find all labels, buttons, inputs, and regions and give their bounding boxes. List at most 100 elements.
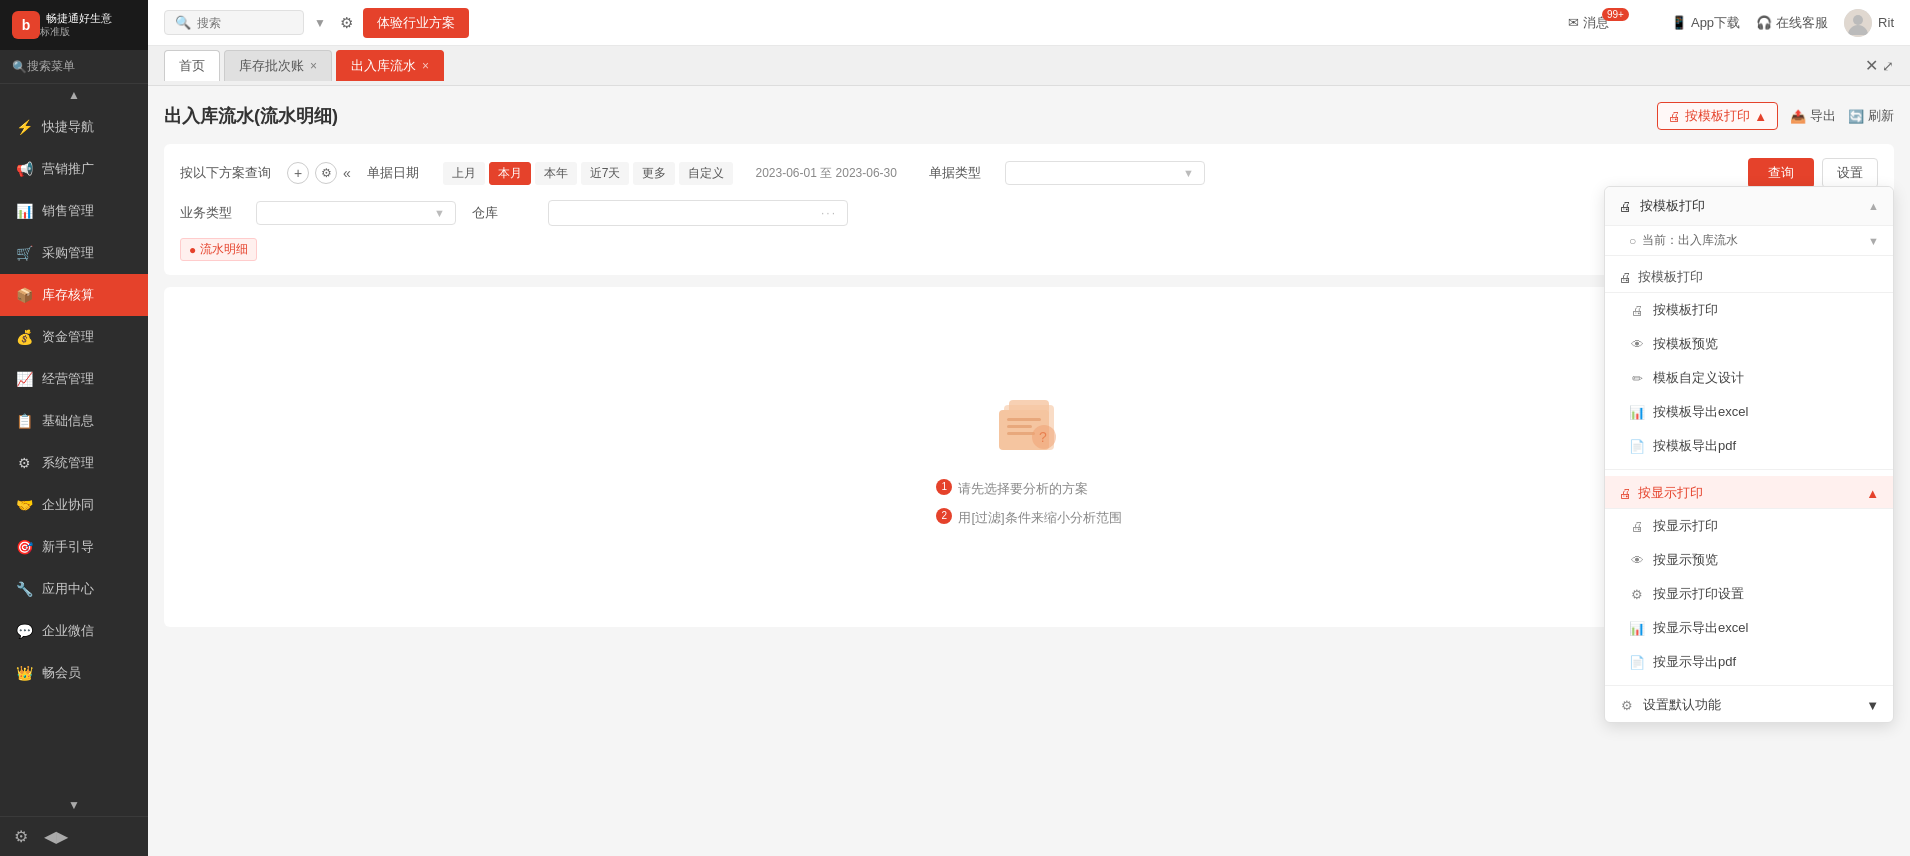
sales-icon: 📊 <box>14 201 34 221</box>
finance-icon: 💰 <box>14 327 34 347</box>
topbar: 🔍 ▼ ⚙ 体验行业方案 ✉ 消息 99+ 📱 App下载 🎧 在线客服 <box>148 0 1910 46</box>
filter-setting-button[interactable]: ⚙ <box>315 162 337 184</box>
settings-button[interactable]: 设置 <box>1822 158 1878 188</box>
biz-type-chevron-icon: ▼ <box>434 207 445 219</box>
topbar-search-box[interactable]: 🔍 <box>164 10 304 35</box>
dropdown-current-item[interactable]: ○ 当前：出入库流水 ▼ <box>1605 226 1893 256</box>
sidebar-logo: b 畅捷通好生意 标准版 <box>0 0 148 50</box>
topbar-app-download[interactable]: 📱 App下载 <box>1671 14 1740 32</box>
date-this-year[interactable]: 本年 <box>535 162 577 185</box>
main-area: 🔍 ▼ ⚙ 体验行业方案 ✉ 消息 99+ 📱 App下载 🎧 在线客服 <box>148 0 1910 856</box>
sidebar-item-purchase[interactable]: 🛒 采购管理 <box>0 232 148 274</box>
topbar-search-input[interactable] <box>197 16 297 30</box>
sidebar-item-quick-nav[interactable]: ⚡ 快捷导航 <box>0 106 148 148</box>
dropdown-template-print[interactable]: 🖨 按模板打印 <box>1605 293 1893 327</box>
dropdown-section-template-header[interactable]: 🖨 按模板打印 <box>1605 260 1893 293</box>
empty-tip-1: 1 请先选择要分析的方案 <box>936 477 1121 500</box>
topbar-online-service[interactable]: 🎧 在线客服 <box>1756 14 1828 32</box>
window-expand-button[interactable]: ⤢ <box>1882 58 1894 74</box>
dropdown-template-preview[interactable]: 👁 按模板预览 <box>1605 327 1893 361</box>
dropdown-chevron-icon[interactable]: ▲ <box>1868 200 1879 212</box>
topbar-message[interactable]: ✉ 消息 99+ <box>1568 14 1609 32</box>
sidebar-scroll-up[interactable]: ▲ <box>0 84 148 106</box>
dropdown-display-preview[interactable]: 👁 按显示预览 <box>1605 543 1893 577</box>
date-last-7[interactable]: 近7天 <box>581 162 630 185</box>
sidebar-nav: ⚡ 快捷导航 📢 营销推广 📊 销售管理 🛒 采购管理 📦 库存核算 💰 资金管… <box>0 106 148 794</box>
sidebar-item-beginner[interactable]: 🎯 新手引导 <box>0 526 148 568</box>
sidebar-search[interactable]: 🔍 搜索菜单 <box>0 50 148 84</box>
dropdown-section-display: 🖨 按显示打印 ▲ 🖨 按显示打印 👁 按显示预览 ⚙ 按显示打印设置 <box>1605 472 1893 683</box>
sidebar-item-sales[interactable]: 📊 销售管理 <box>0 190 148 232</box>
sidebar-item-wechat[interactable]: 💬 企业微信 <box>0 610 148 652</box>
sidebar-item-operation[interactable]: 📈 经营管理 <box>0 358 148 400</box>
date-more[interactable]: 更多 <box>633 162 675 185</box>
settings-gear-icon[interactable]: ⚙ <box>14 827 28 846</box>
date-last-month[interactable]: 上月 <box>443 162 485 185</box>
template-section-icon: 🖨 <box>1619 270 1632 285</box>
sidebar-item-app-center[interactable]: 🔧 应用中心 <box>0 568 148 610</box>
dropdown-display-pdf[interactable]: 📄 按显示导出pdf <box>1605 645 1893 679</box>
filter-tag-item[interactable]: ● 流水明细 <box>180 238 257 261</box>
doc-type-label: 单据类型 <box>929 164 989 182</box>
dropdown-set-default[interactable]: ⚙ 设置默认功能 ▼ <box>1605 688 1893 722</box>
template-pdf-icon: 📄 <box>1629 438 1645 454</box>
export-button[interactable]: 📤 导出 <box>1790 107 1836 125</box>
sidebar-item-marketing[interactable]: 📢 营销推广 <box>0 148 148 190</box>
tab-inout-flow[interactable]: 出入库流水 × <box>336 50 444 81</box>
biz-type-select[interactable]: ▼ <box>256 201 456 225</box>
filter-collapse-left[interactable]: « <box>343 165 351 181</box>
dropdown-template-custom[interactable]: ✏ 模板自定义设计 <box>1605 361 1893 395</box>
dropdown-display-print[interactable]: 🖨 按显示打印 <box>1605 509 1893 543</box>
biz-type-label: 业务类型 <box>180 204 240 222</box>
refresh-button[interactable]: 🔄 刷新 <box>1848 107 1894 125</box>
topbar-search-chevron[interactable]: ▼ <box>314 16 326 30</box>
dropdown-template-excel[interactable]: 📊 按模板导出excel <box>1605 395 1893 429</box>
tab-home[interactable]: 首页 <box>164 50 220 81</box>
sidebar-item-inventory[interactable]: 📦 库存核算 <box>0 274 148 316</box>
page-content: 出入库流水(流水明细) 🖨 按模板打印 ▲ 📤 导出 🔄 刷新 <box>148 86 1910 856</box>
sidebar-item-enterprise[interactable]: 🤝 企业协同 <box>0 484 148 526</box>
topbar-gear-icon[interactable]: ⚙ <box>340 14 353 32</box>
warehouse-label: 仓库 <box>472 204 532 222</box>
quick-nav-icon: ⚡ <box>14 117 34 137</box>
doc-type-select[interactable]: ▼ <box>1005 161 1205 185</box>
tab-batch-account-close[interactable]: × <box>310 59 317 73</box>
date-custom[interactable]: 自定义 <box>679 162 733 185</box>
sidebar-scroll-down[interactable]: ▼ <box>0 794 148 816</box>
print-template-button[interactable]: 🖨 按模板打印 ▲ <box>1657 102 1778 130</box>
date-this-month[interactable]: 本月 <box>489 162 531 185</box>
empty-tip-2: 2 用[过滤]条件来缩小分析范围 <box>936 506 1121 529</box>
sidebar-item-basic-info[interactable]: 📋 基础信息 <box>0 400 148 442</box>
dropdown-template-pdf[interactable]: 📄 按模板导出pdf <box>1605 429 1893 463</box>
date-shortcuts: 上月 本月 本年 近7天 更多 自定义 <box>443 162 734 185</box>
dropdown-section-template: 🖨 按模板打印 🖨 按模板打印 👁 按模板预览 ✏ 模板自定义设计 <box>1605 256 1893 467</box>
sidebar-toggle-icon[interactable]: ◀▶ <box>44 827 68 846</box>
sidebar-item-vip[interactable]: 👑 畅会员 <box>0 652 148 694</box>
display-pdf-icon: 📄 <box>1629 654 1645 670</box>
sidebar-item-finance[interactable]: 💰 资金管理 <box>0 316 148 358</box>
warehouse-more-icon: ··· <box>821 206 837 220</box>
topbar-user[interactable]: Rit <box>1844 9 1894 37</box>
dropdown-section-display-header[interactable]: 🖨 按显示打印 ▲ <box>1605 476 1893 509</box>
vip-icon: 👑 <box>14 663 34 683</box>
industry-solution-button[interactable]: 体验行业方案 <box>363 8 469 38</box>
print-header-icon: 🖨 <box>1619 199 1632 214</box>
tab-batch-account[interactable]: 库存批次账 × <box>224 50 332 81</box>
tab-inout-flow-close[interactable]: × <box>422 59 429 73</box>
display-preview-icon: 👁 <box>1629 552 1645 568</box>
warehouse-select[interactable]: ··· <box>548 200 848 226</box>
dropdown-display-excel[interactable]: 📊 按显示导出excel <box>1605 611 1893 645</box>
message-icon: ✉ <box>1568 15 1579 30</box>
filter-add-button[interactable]: + <box>287 162 309 184</box>
sidebar-item-system[interactable]: ⚙ 系统管理 <box>0 442 148 484</box>
footer-chevron-icon: ▼ <box>1866 698 1879 713</box>
display-section-chevron: ▲ <box>1866 486 1879 501</box>
template-print-icon: 🖨 <box>1629 302 1645 318</box>
query-button[interactable]: 查询 <box>1748 158 1814 188</box>
template-excel-icon: 📊 <box>1629 404 1645 420</box>
window-close-button[interactable]: ✕ <box>1865 56 1878 75</box>
date-label: 单据日期 <box>367 164 427 182</box>
dropdown-display-settings[interactable]: ⚙ 按显示打印设置 <box>1605 577 1893 611</box>
display-settings-icon: ⚙ <box>1629 586 1645 602</box>
display-print-icon: 🖨 <box>1629 518 1645 534</box>
